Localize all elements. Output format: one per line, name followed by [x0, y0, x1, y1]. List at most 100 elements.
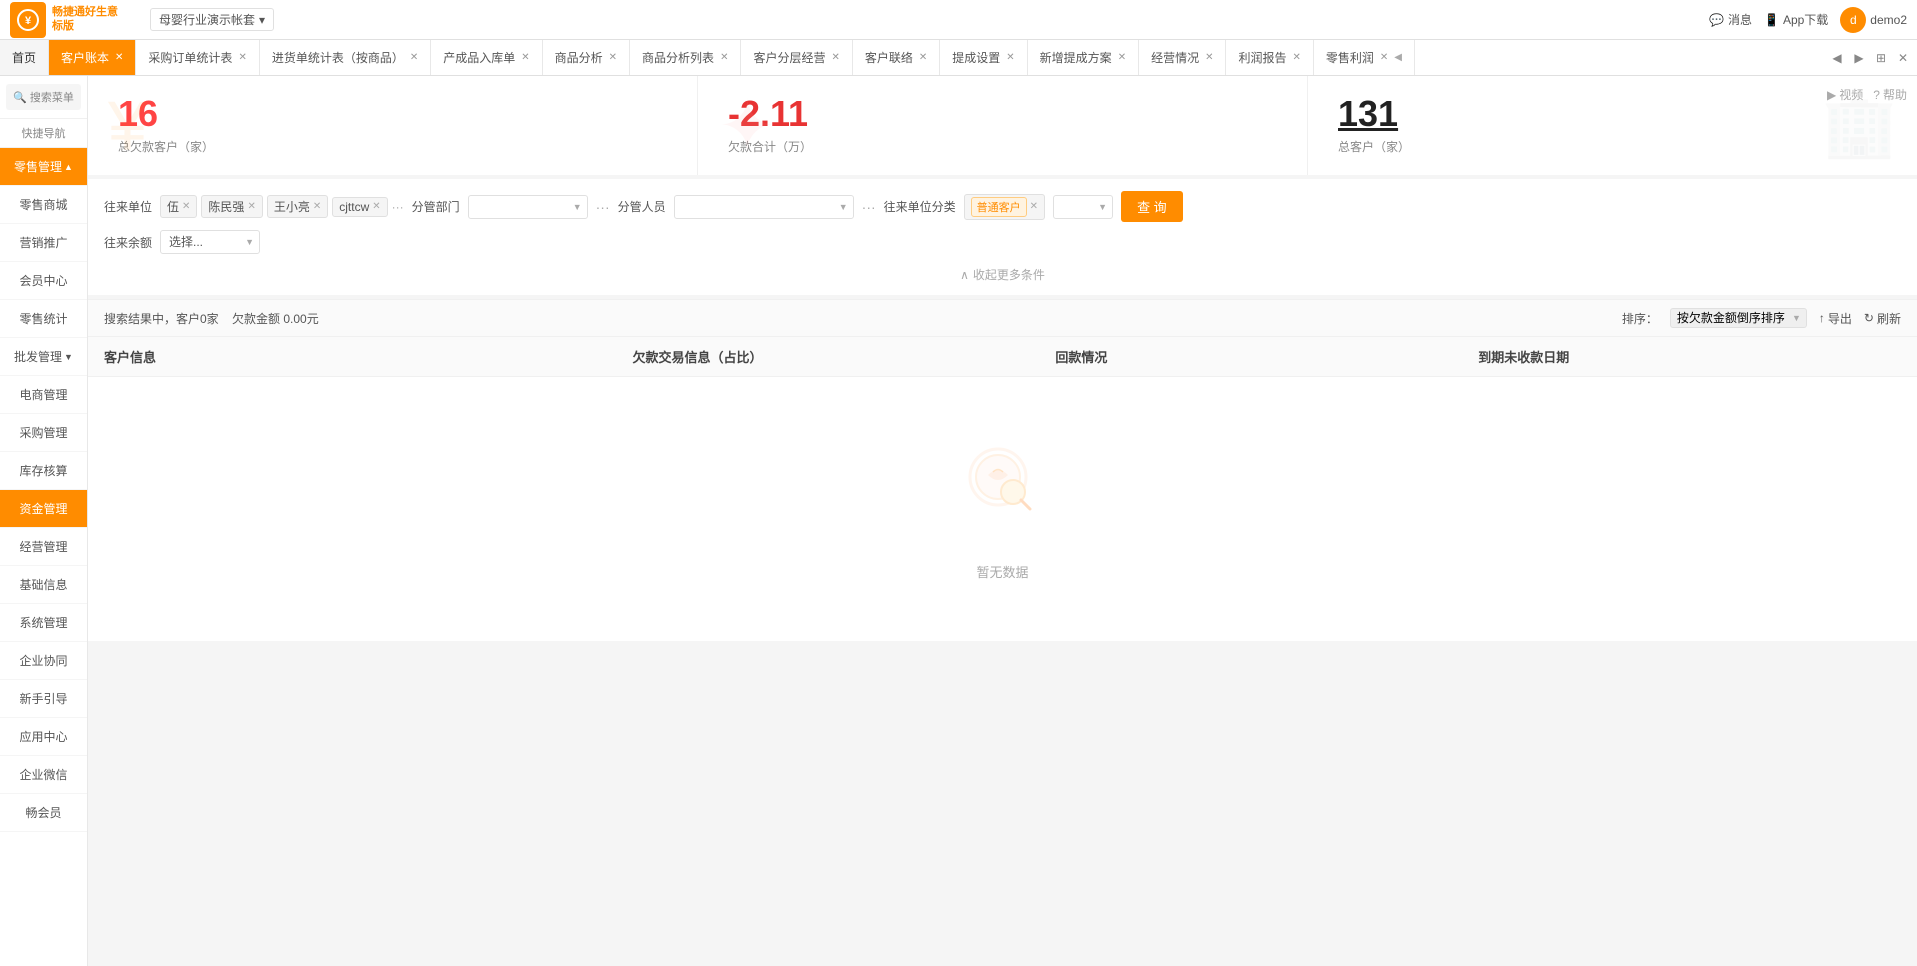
filter-manager-select[interactable]	[674, 195, 854, 219]
filter-area: 往来单位 伍 ✕ 陈民强 ✕ 王小亮 ✕ cjttcw	[88, 179, 1917, 295]
tab-close-icon[interactable]: ✕	[1006, 52, 1014, 63]
chevron-down-icon: ▾	[259, 13, 265, 27]
collapse-filter-button[interactable]: ∧ 收起更多条件	[104, 262, 1901, 283]
tab-purchase-order[interactable]: 采购订单统计表 ✕	[136, 40, 259, 75]
refresh-button[interactable]: ↻ 刷新	[1864, 310, 1901, 327]
help-icon[interactable]: ?帮助	[1873, 86, 1907, 103]
sidebar-item-ecommerce[interactable]: 电商管理	[0, 376, 87, 414]
data-table: 客户信息 欠款交易信息（占比） 回款情况 到期未收款日期	[88, 337, 1917, 641]
tab-close-icon[interactable]: ✕	[1380, 52, 1388, 63]
sidebar-item-basic-info[interactable]: 基础信息	[0, 566, 87, 604]
app-download-button[interactable]: 📱 App下载	[1764, 11, 1828, 28]
sidebar-item-purchase[interactable]: 采购管理	[0, 414, 87, 452]
tab-customer-contact[interactable]: 客户联络 ✕	[853, 40, 940, 75]
query-button[interactable]: 查 询	[1121, 191, 1183, 222]
filter-dept-select[interactable]	[468, 195, 588, 219]
filter-tag-wangxiaoliang: 王小亮 ✕	[267, 195, 328, 218]
tab-close-icon[interactable]: ✕	[1293, 52, 1301, 63]
sort-label: 排序：	[1622, 310, 1658, 327]
sidebar-item-member[interactable]: 畅会员	[0, 794, 87, 832]
nav-prev-arrow[interactable]: ◀	[1827, 48, 1847, 68]
tab-close-icon[interactable]: ✕	[831, 52, 839, 63]
sidebar-item-new-guide[interactable]: 新手引导	[0, 680, 87, 718]
video-help-icon[interactable]: ▶视频	[1827, 86, 1863, 103]
stat-label-customers: 总欠款客户（家）	[118, 138, 667, 155]
sidebar-item-marketing[interactable]: 营销推广	[0, 224, 87, 262]
tab-product-inbound[interactable]: 产成品入库单 ✕	[431, 40, 542, 75]
tab-product-analysis-list[interactable]: 商品分析列表 ✕	[630, 40, 741, 75]
sidebar-item-retail-mall[interactable]: 零售商城	[0, 186, 87, 224]
tag-close-chenminqiang[interactable]: ✕	[247, 201, 255, 212]
result-summary: 搜索结果中，客户0家 欠款金额 0.00元	[104, 310, 319, 327]
sidebar-item-system[interactable]: 系统管理	[0, 604, 87, 642]
filter-tag-cjttcw: cjttcw ✕	[332, 197, 387, 217]
stat-label-debt: 欠款合计（万）	[728, 138, 1277, 155]
filter-balance-select[interactable]: 选择...	[160, 230, 260, 254]
tag-close-wu[interactable]: ✕	[182, 201, 190, 212]
tab-business-status[interactable]: 经营情况 ✕	[1139, 40, 1226, 75]
tag-close-ordinary-customer[interactable]: ✕	[1030, 201, 1038, 212]
tab-customer-tier[interactable]: 客户分层经营 ✕	[741, 40, 852, 75]
filter-tag-chenminqiang: 陈民强 ✕	[201, 195, 262, 218]
sidebar-item-finance[interactable]: 资金管理	[0, 490, 87, 528]
sidebar-item-member-center[interactable]: 会员中心	[0, 262, 87, 300]
export-icon: ↑	[1819, 311, 1825, 325]
tab-close-icon[interactable]: ✕	[410, 52, 418, 63]
filter-dept-more[interactable]: ···	[596, 199, 610, 215]
filter-tag-wu: 伍 ✕	[160, 195, 197, 218]
tab-close-icon[interactable]: ✕	[1118, 52, 1126, 63]
nav-expand-icon[interactable]: ⊞	[1871, 48, 1891, 68]
stat-number-customers: 16	[118, 96, 667, 132]
table-header: 客户信息 欠款交易信息（占比） 回款情况 到期未收款日期	[88, 337, 1917, 377]
chevron-icon: ▲	[64, 162, 73, 172]
sidebar-item-operations[interactable]: 经营管理	[0, 528, 87, 566]
filter-category-select-wrap	[1053, 195, 1113, 219]
workspace-selector[interactable]: 母婴行业演示帐套 ▾	[150, 8, 274, 31]
nav-tabs: 首页 客户账本 ✕ 采购订单统计表 ✕ 进货单统计表（按商品） ✕ 产成品入库单…	[0, 40, 1917, 76]
filter-label-manager: 分管人员	[618, 198, 666, 215]
sidebar-item-enterprise-collab[interactable]: 企业协同	[0, 642, 87, 680]
sidebar-quick-nav[interactable]: 快捷导航	[0, 119, 87, 148]
tab-close-icon[interactable]: ✕	[1205, 52, 1213, 63]
tab-profit-report[interactable]: 利润报告 ✕	[1226, 40, 1313, 75]
tab-new-commission[interactable]: 新增提成方案 ✕	[1028, 40, 1139, 75]
tag-close-cjttcw[interactable]: ✕	[372, 201, 380, 212]
sort-select[interactable]: 按欠款金额倒序排序	[1670, 308, 1807, 328]
nav-close-all-icon[interactable]: ✕	[1893, 48, 1913, 68]
nav-next-arrow[interactable]: ▶	[1849, 48, 1869, 68]
filter-category-select[interactable]	[1053, 195, 1113, 219]
tab-close-icon[interactable]: ✕	[115, 52, 123, 63]
tag-close-wangxiaoliang[interactable]: ✕	[313, 201, 321, 212]
tab-customer-ledger[interactable]: 客户账本 ✕	[49, 40, 136, 75]
tab-close-icon[interactable]: ✕	[609, 52, 617, 63]
sidebar-item-retail-stats[interactable]: 零售统计	[0, 300, 87, 338]
search-menu-button[interactable]: 🔍 搜索菜单	[6, 84, 81, 110]
svg-text:¥: ¥	[25, 15, 32, 27]
sidebar-item-wholesale[interactable]: 批发管理 ▼	[0, 338, 87, 376]
sidebar-item-wechat[interactable]: 企业微信	[0, 756, 87, 794]
stat-total-all-customers: 🏢 131 总客户（家） ▶视频 ?帮助	[1308, 76, 1917, 175]
tab-purchase-stats[interactable]: 进货单统计表（按商品） ✕	[260, 40, 431, 75]
tab-commission-settings[interactable]: 提成设置 ✕	[940, 40, 1027, 75]
filter-tags-category: 普通客户 ✕	[964, 194, 1045, 220]
tab-close-icon[interactable]: ✕	[238, 52, 246, 63]
filter-more-tags[interactable]: ···	[392, 200, 404, 214]
stat-total-debt: ✦ -2.11 欠款合计（万）	[698, 76, 1308, 175]
tab-close-icon[interactable]: ✕	[919, 52, 927, 63]
tab-home[interactable]: 首页	[0, 40, 49, 75]
tab-close-icon[interactable]: ✕	[521, 52, 529, 63]
tab-retail-profit[interactable]: 零售利润 ✕ ◀	[1314, 40, 1415, 75]
tab-product-analysis[interactable]: 商品分析 ✕	[543, 40, 630, 75]
messages-button[interactable]: 💬 消息	[1709, 11, 1752, 28]
filter-manager-more[interactable]: ···	[862, 199, 876, 215]
col-customer-info: 客户信息	[104, 347, 633, 366]
user-profile[interactable]: d demo2	[1840, 7, 1907, 33]
nav-arrows: ◀ ▶ ⊞ ✕	[1823, 48, 1917, 68]
sidebar-item-retail-management[interactable]: 零售管理 ▲	[0, 148, 87, 186]
sidebar-item-inventory[interactable]: 库存核算	[0, 452, 87, 490]
export-button[interactable]: ↑ 导出	[1819, 310, 1852, 327]
sidebar-item-app-center[interactable]: 应用中心	[0, 718, 87, 756]
filter-tags-unit: 伍 ✕ 陈民强 ✕ 王小亮 ✕ cjttcw ✕ ···	[160, 195, 404, 218]
tab-close-icon[interactable]: ✕	[720, 52, 728, 63]
filter-label-dept: 分管部门	[412, 198, 460, 215]
